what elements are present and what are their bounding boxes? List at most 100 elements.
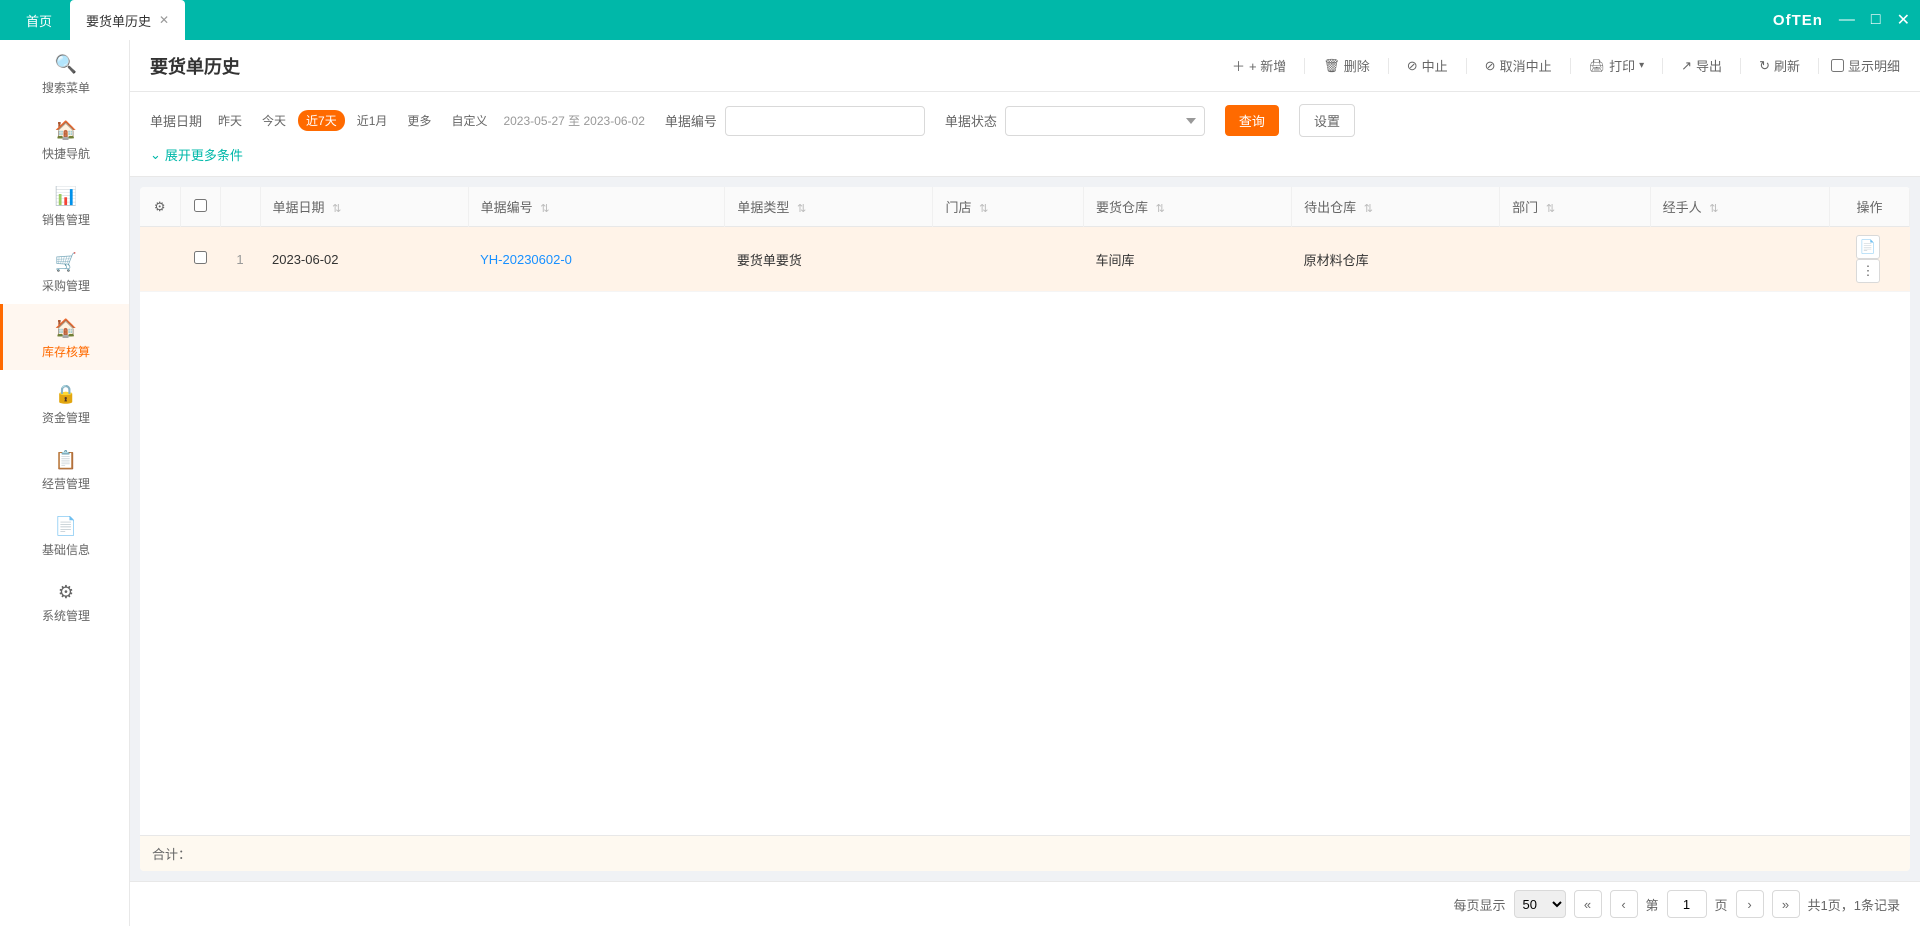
th-req-warehouse[interactable]: 要货仓库 ⇅ bbox=[1083, 187, 1291, 227]
date-btn-custom[interactable]: 自定义 bbox=[443, 110, 495, 131]
home-icon: 🏠 bbox=[55, 120, 77, 141]
expand-icon: ⌄ bbox=[150, 147, 161, 163]
expand-label: 展开更多条件 bbox=[165, 145, 243, 164]
page-input[interactable] bbox=[1667, 890, 1707, 918]
page-suffix: 页 bbox=[1715, 895, 1728, 914]
prev-page-btn[interactable]: ‹ bbox=[1610, 890, 1638, 918]
row-more-btn[interactable]: ⋮ bbox=[1856, 259, 1880, 283]
th-handler[interactable]: 经手人 ⇅ bbox=[1650, 187, 1829, 227]
sort-date-icon: ⇅ bbox=[332, 203, 341, 215]
th-pending-warehouse-label: 待出仓库 bbox=[1304, 200, 1356, 215]
sidebar-purchase-label: 采购管理 bbox=[42, 277, 90, 294]
td-checkbox[interactable] bbox=[180, 227, 220, 292]
delete-button[interactable]: 🗑 删除 bbox=[1317, 52, 1376, 79]
date-buttons: 昨天 今天 近7天 近1月 更多 自定义 bbox=[210, 110, 495, 131]
sidebar-item-system[interactable]: ⚙ 系统管理 bbox=[0, 568, 129, 634]
bill-no-link[interactable]: YH-20230602-0 bbox=[480, 252, 572, 267]
status-label: 单据状态 bbox=[945, 111, 997, 130]
display-detail-label: 显示明细 bbox=[1848, 56, 1900, 75]
date-btn-yesterday[interactable]: 昨天 bbox=[210, 110, 250, 131]
sidebar-item-nav[interactable]: 🏠 快捷导航 bbox=[0, 106, 129, 172]
stop-icon: ⊘ bbox=[1407, 58, 1418, 74]
tab-bill-history-label: 要货单历史 bbox=[86, 11, 151, 30]
first-page-btn[interactable]: « bbox=[1574, 890, 1602, 918]
table-wrapper: ⚙ 单据日期 ⇅ 单据编号 bbox=[140, 187, 1910, 835]
sidebar-item-sales[interactable]: 📊 销售管理 bbox=[0, 172, 129, 238]
filter-row: 单据日期 昨天 今天 近7天 近1月 更多 自定义 2023-05-27 至 2… bbox=[150, 104, 1900, 137]
main-content: 要货单历史 ＋ + 新增 🗑 删除 ⊘ 中止 ⊘ bbox=[130, 40, 1920, 926]
th-checkbox[interactable] bbox=[180, 187, 220, 227]
next-page-btn[interactable]: › bbox=[1736, 890, 1764, 918]
sidebar-item-finance[interactable]: 🔒 资金管理 bbox=[0, 370, 129, 436]
bill-no-input[interactable] bbox=[725, 106, 925, 136]
th-operation: 操作 bbox=[1830, 187, 1910, 227]
export-label: 导出 bbox=[1696, 56, 1722, 75]
date-filter-label: 单据日期 bbox=[150, 111, 202, 130]
settings-button[interactable]: 设置 bbox=[1299, 104, 1355, 137]
divider-6 bbox=[1740, 58, 1741, 74]
tab-bill-history[interactable]: 要货单历史 ✕ bbox=[70, 0, 185, 40]
close-btn[interactable]: ✕ bbox=[1897, 10, 1910, 30]
sidebar-item-basic[interactable]: 📄 基础信息 bbox=[0, 502, 129, 568]
th-date[interactable]: 单据日期 ⇅ bbox=[260, 187, 468, 227]
refresh-icon: ↻ bbox=[1759, 58, 1770, 74]
sidebar: 🔍 搜索菜单 🏠 快捷导航 📊 销售管理 🛒 采购管理 🏠 库存核算 🔒 资金管… bbox=[0, 40, 130, 926]
finance-icon: 🔒 bbox=[55, 384, 77, 405]
print-button[interactable]: 🖨 打印 ▾ bbox=[1583, 52, 1651, 79]
th-bill-type[interactable]: 单据类型 ⇅ bbox=[725, 187, 933, 227]
delete-label: 删除 bbox=[1344, 56, 1370, 75]
maximize-btn[interactable]: □ bbox=[1871, 11, 1881, 29]
th-department[interactable]: 部门 ⇅ bbox=[1500, 187, 1650, 227]
sidebar-item-purchase[interactable]: 🛒 采购管理 bbox=[0, 238, 129, 304]
new-button[interactable]: ＋ + 新增 bbox=[1226, 52, 1292, 79]
td-department bbox=[1500, 227, 1650, 292]
th-bill-no-label: 单据编号 bbox=[481, 200, 533, 215]
td-req-warehouse: 车间库 bbox=[1083, 227, 1291, 292]
sidebar-basic-label: 基础信息 bbox=[42, 541, 90, 558]
cancel-stop-icon: ⊘ bbox=[1485, 58, 1496, 74]
row-view-btn[interactable]: 📄 bbox=[1856, 235, 1880, 259]
inventory-icon: 🏠 bbox=[55, 318, 77, 339]
th-operation-label: 操作 bbox=[1856, 200, 1882, 215]
th-settings[interactable]: ⚙ bbox=[140, 187, 180, 227]
td-index: 1 bbox=[220, 227, 260, 292]
sidebar-item-search[interactable]: 🔍 搜索菜单 bbox=[0, 40, 129, 106]
expand-more-btn[interactable]: ⌄ 展开更多条件 bbox=[150, 145, 1900, 164]
row-checkbox[interactable] bbox=[194, 251, 207, 264]
sort-bill-type-icon: ⇅ bbox=[797, 203, 806, 215]
select-all-checkbox[interactable] bbox=[194, 199, 207, 212]
th-store-label: 门店 bbox=[945, 200, 971, 215]
table-footer-sum: 合计： bbox=[140, 835, 1910, 871]
layout: 🔍 搜索菜单 🏠 快捷导航 📊 销售管理 🛒 采购管理 🏠 库存核算 🔒 资金管… bbox=[0, 40, 1920, 926]
td-bill-no[interactable]: YH-20230602-0 bbox=[468, 227, 725, 292]
stop-button[interactable]: ⊘ 中止 bbox=[1401, 52, 1454, 79]
window-actions: OfTEn — □ ✕ bbox=[1773, 10, 1910, 30]
date-btn-today[interactable]: 今天 bbox=[254, 110, 294, 131]
sidebar-item-inventory[interactable]: 🏠 库存核算 bbox=[0, 304, 129, 370]
td-bill-type: 要货单要货 bbox=[725, 227, 933, 292]
query-button[interactable]: 查询 bbox=[1225, 105, 1279, 136]
date-btn-7days[interactable]: 近7天 bbox=[298, 110, 345, 131]
divider-7 bbox=[1818, 58, 1819, 74]
sidebar-item-management[interactable]: 📋 经营管理 bbox=[0, 436, 129, 502]
export-button[interactable]: ↗ 导出 bbox=[1675, 52, 1728, 79]
pagination: 每页显示 50 20 100 200 « ‹ 第 页 › » 共1页，1条记录 bbox=[130, 881, 1920, 926]
th-store[interactable]: 门店 ⇅ bbox=[933, 187, 1083, 227]
tab-home[interactable]: 首页 bbox=[10, 0, 68, 40]
minimize-btn[interactable]: — bbox=[1839, 11, 1855, 29]
refresh-button[interactable]: ↻ 刷新 bbox=[1753, 52, 1806, 79]
cancel-stop-button[interactable]: ⊘ 取消中止 bbox=[1479, 52, 1558, 79]
sort-handler-icon: ⇅ bbox=[1709, 203, 1718, 215]
page-size-select[interactable]: 50 20 100 200 bbox=[1514, 890, 1566, 918]
th-pending-warehouse[interactable]: 待出仓库 ⇅ bbox=[1292, 187, 1500, 227]
display-detail-checkbox[interactable] bbox=[1831, 59, 1844, 72]
last-page-btn[interactable]: » bbox=[1772, 890, 1800, 918]
top-bar: 首页 要货单历史 ✕ OfTEn — □ ✕ bbox=[0, 0, 1920, 40]
date-btn-1month[interactable]: 近1月 bbox=[349, 110, 396, 131]
tab-close-icon[interactable]: ✕ bbox=[159, 13, 169, 27]
th-bill-no[interactable]: 单据编号 ⇅ bbox=[468, 187, 725, 227]
date-btn-more[interactable]: 更多 bbox=[399, 110, 439, 131]
status-select[interactable] bbox=[1005, 106, 1205, 136]
display-detail-toggle[interactable]: 显示明细 bbox=[1831, 56, 1900, 75]
sidebar-system-label: 系统管理 bbox=[42, 607, 90, 624]
